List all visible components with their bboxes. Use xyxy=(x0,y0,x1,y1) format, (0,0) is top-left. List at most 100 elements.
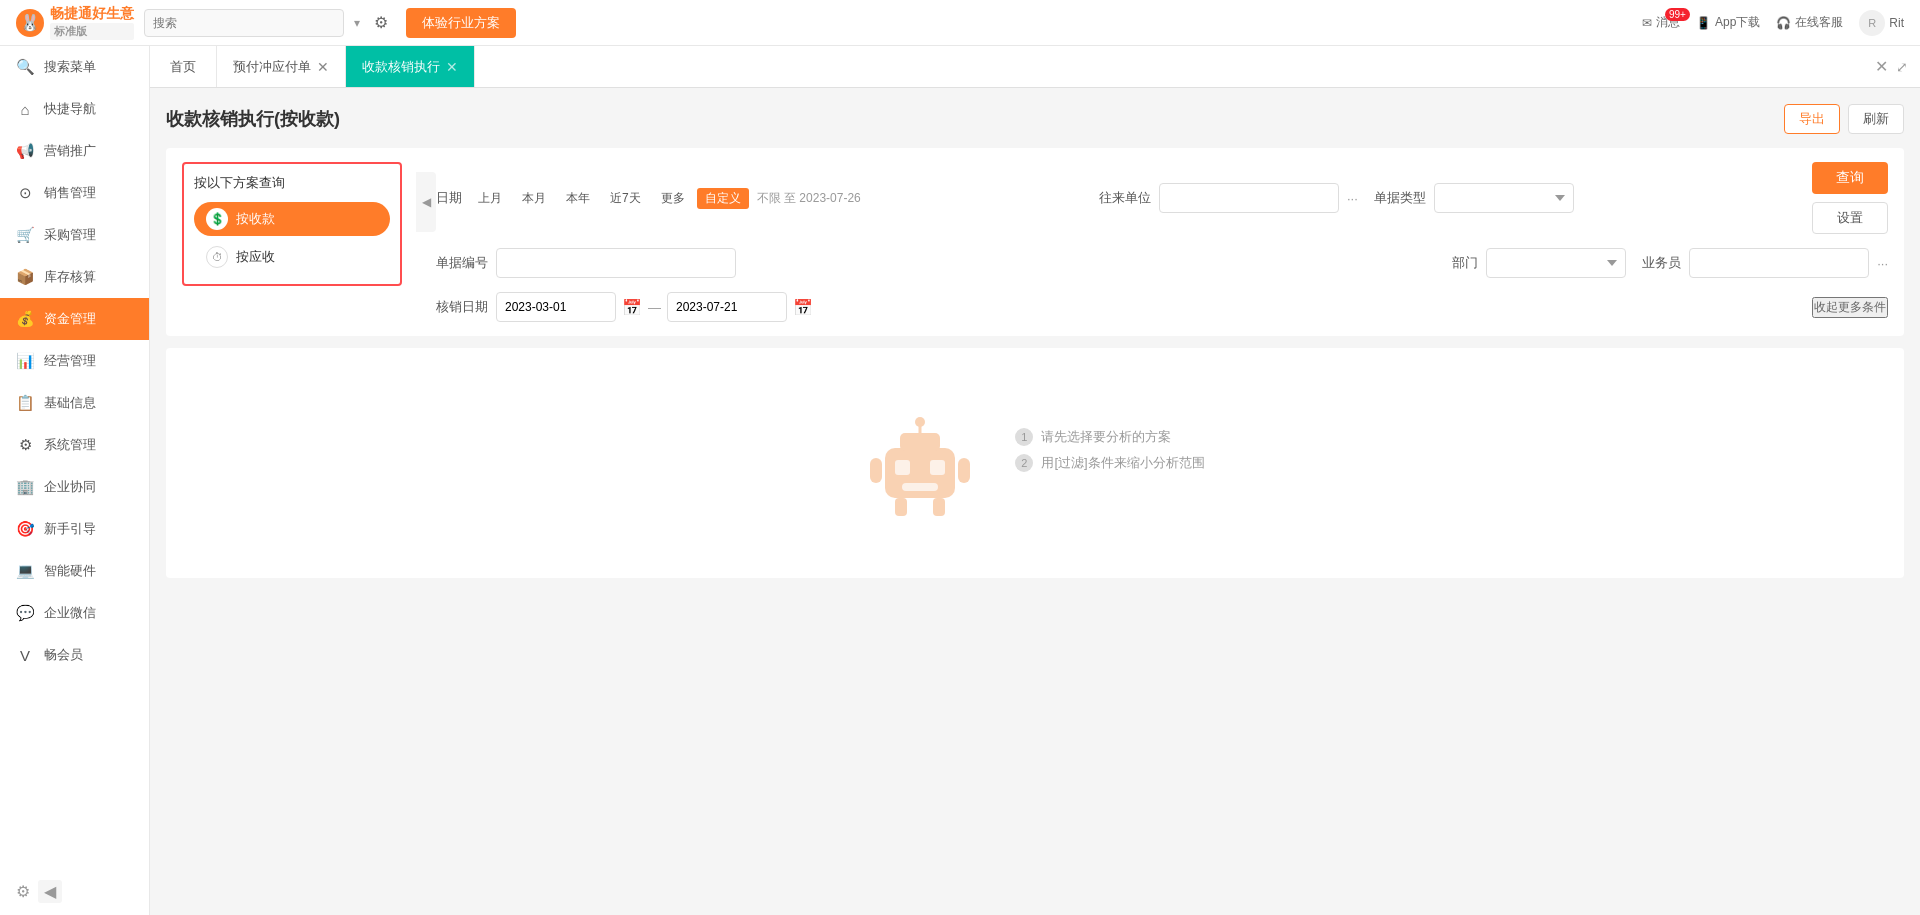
sidebar-item-quick-nav[interactable]: ⌂ 快捷导航 xyxy=(0,88,149,130)
sidebar-item-wechat[interactable]: 💬 企业微信 xyxy=(0,592,149,634)
page-actions: 导出 刷新 xyxy=(1784,104,1904,134)
verify-date-start-input[interactable] xyxy=(496,292,616,322)
online-service-button[interactable]: 🎧 在线客服 xyxy=(1776,14,1843,31)
scheme-by-receivable[interactable]: ⏱ 按应收 xyxy=(194,240,390,274)
empty-tip-1-label: 请先选择要分析的方案 xyxy=(1041,428,1171,446)
sidebar-item-sales[interactable]: ⊙ 销售管理 xyxy=(0,172,149,214)
date-this-month-button[interactable]: 本月 xyxy=(514,188,554,209)
filter-row-3: 核销日期 📅 — 📅 收起更多条件 xyxy=(436,292,1888,322)
message-button[interactable]: ✉ 消息 99+ xyxy=(1642,14,1680,31)
message-badge: 99+ xyxy=(1665,8,1690,21)
sidebar-item-label: 畅会员 xyxy=(44,646,83,664)
date-last-month-button[interactable]: 上月 xyxy=(470,188,510,209)
sidebar-item-label: 搜索菜单 xyxy=(44,58,96,76)
date-separator: — xyxy=(648,300,661,315)
topbar-gear-icon[interactable]: ⚙ xyxy=(374,13,388,32)
sidebar-item-label: 经营管理 xyxy=(44,352,96,370)
sidebar-item-label: 企业协同 xyxy=(44,478,96,496)
query-button[interactable]: 查询 xyxy=(1812,162,1888,194)
tab-prepay[interactable]: 预付冲应付单 ✕ xyxy=(217,46,346,87)
logo-icon: 🐰 xyxy=(16,9,44,37)
top-bar: 🐰 畅捷通好生意 标准版 ▾ ⚙ 体验行业方案 ✉ 消息 99+ 📱 App下载… xyxy=(0,0,1920,46)
app-logo: 🐰 畅捷通好生意 标准版 xyxy=(16,5,134,40)
counterpart-input[interactable] xyxy=(1159,183,1339,213)
sidebar-collapse-button[interactable]: ◀︎ xyxy=(38,880,62,903)
sidebar-item-label: 快捷导航 xyxy=(44,100,96,118)
date-custom-button[interactable]: 自定义 xyxy=(697,188,749,209)
verify-date-label: 核销日期 xyxy=(436,298,488,316)
salesperson-input[interactable] xyxy=(1689,248,1869,278)
tip-num-1: 1 xyxy=(1015,428,1033,446)
filter-fields: 日期 上月 本月 本年 近7天 更多 自定义 不限 至 2023-07-26 xyxy=(436,162,1888,322)
setting-button[interactable]: 设置 xyxy=(1812,202,1888,234)
date-this-year-button[interactable]: 本年 xyxy=(558,188,598,209)
date-field: 日期 上月 本月 本年 近7天 更多 自定义 不限 至 2023-07-26 xyxy=(436,188,861,209)
svg-point-3 xyxy=(915,417,925,427)
tab-collect-close-icon[interactable]: ✕ xyxy=(446,59,458,75)
page-title: 收款核销执行(按收款) xyxy=(166,107,340,131)
tab-collect-label: 收款核销执行 xyxy=(362,58,440,76)
receivable-icon: ⏱ xyxy=(206,246,228,268)
salesperson-field: 业务员 ··· xyxy=(1642,248,1888,278)
tab-expand-icon[interactable]: ⤢ xyxy=(1896,59,1908,75)
salesperson-more-icon[interactable]: ··· xyxy=(1877,256,1888,271)
empty-tips: 1 请先选择要分析的方案 2 用[过滤]条件来缩小分析范围 xyxy=(1015,408,1204,472)
scheme-panel-collapse-button[interactable]: ◀ xyxy=(416,172,436,232)
sidebar-settings-icon[interactable]: ⚙ xyxy=(16,882,30,901)
export-button[interactable]: 导出 xyxy=(1784,104,1840,134)
sidebar-item-enterprise[interactable]: 🏢 企业协同 xyxy=(0,466,149,508)
sidebar-item-member[interactable]: V 畅会员 xyxy=(0,634,149,676)
voucher-type-select[interactable] xyxy=(1434,183,1574,213)
verify-date-start-calendar-icon[interactable]: 📅 xyxy=(622,298,642,317)
app-download-button[interactable]: 📱 App下载 xyxy=(1696,14,1760,31)
collapse-more-button[interactable]: 收起更多条件 xyxy=(1812,297,1888,318)
wechat-icon: 💬 xyxy=(16,604,34,622)
filter-row-2: 单据编号 部门 业务员 ··· xyxy=(436,248,1888,278)
verify-date-end-calendar-icon[interactable]: 📅 xyxy=(793,298,813,317)
service-label: 在线客服 xyxy=(1795,14,1843,31)
date-last-7-days-button[interactable]: 近7天 xyxy=(602,188,649,209)
avatar: R xyxy=(1859,10,1885,36)
sidebar-item-finance[interactable]: 💰 资金管理 xyxy=(0,298,149,340)
sidebar-item-newbie[interactable]: 🎯 新手引导 xyxy=(0,508,149,550)
tab-home[interactable]: 首页 xyxy=(150,46,217,87)
dept-select[interactable] xyxy=(1486,248,1626,278)
search-dropdown-icon[interactable]: ▾ xyxy=(354,16,360,30)
hardware-icon: 💻 xyxy=(16,562,34,580)
tab-collect[interactable]: 收款核销执行 ✕ xyxy=(346,46,475,87)
sidebar-item-purchase[interactable]: 🛒 采购管理 xyxy=(0,214,149,256)
user-menu[interactable]: R Rit xyxy=(1859,10,1904,36)
date-more-button[interactable]: 更多 xyxy=(653,188,693,209)
sidebar-item-system[interactable]: ⚙ 系统管理 xyxy=(0,424,149,466)
query-scheme-panel: 按以下方案查询 💲 按收款 ⏱ 按应收 xyxy=(182,162,402,286)
purchase-icon: 🛒 xyxy=(16,226,34,244)
voucher-no-label: 单据编号 xyxy=(436,254,488,272)
sidebar-item-hardware[interactable]: 💻 智能硬件 xyxy=(0,550,149,592)
industry-solution-button[interactable]: 体验行业方案 xyxy=(406,8,516,38)
sidebar-item-label: 系统管理 xyxy=(44,436,96,454)
sidebar-item-inventory[interactable]: 📦 库存核算 xyxy=(0,256,149,298)
scheme-by-receipt[interactable]: 💲 按收款 xyxy=(194,202,390,236)
headset-icon: 🎧 xyxy=(1776,16,1791,30)
sidebar-item-label: 新手引导 xyxy=(44,520,96,538)
base-icon: 📋 xyxy=(16,394,34,412)
svg-rect-5 xyxy=(930,460,945,475)
svg-rect-7 xyxy=(870,458,882,483)
tab-prepay-close-icon[interactable]: ✕ xyxy=(317,59,329,75)
verify-date-end-input[interactable] xyxy=(667,292,787,322)
filter-row-1: 日期 上月 本月 本年 近7天 更多 自定义 不限 至 2023-07-26 xyxy=(436,162,1888,234)
phone-icon: 📱 xyxy=(1696,16,1711,30)
sidebar-item-operations[interactable]: 📊 经营管理 xyxy=(0,340,149,382)
sidebar-item-marketing[interactable]: 📢 营销推广 xyxy=(0,130,149,172)
voucher-type-label: 单据类型 xyxy=(1374,189,1426,207)
sidebar-item-search-menu[interactable]: 🔍 搜索菜单 xyxy=(0,46,149,88)
refresh-button[interactable]: 刷新 xyxy=(1848,104,1904,134)
counterpart-more-icon[interactable]: ··· xyxy=(1347,191,1358,206)
svg-rect-6 xyxy=(902,483,938,491)
search-input[interactable] xyxy=(144,9,344,37)
sidebar-item-base[interactable]: 📋 基础信息 xyxy=(0,382,149,424)
voucher-no-input[interactable] xyxy=(496,248,736,278)
marketing-icon: 📢 xyxy=(16,142,34,160)
tab-close-all-icon[interactable]: ✕ xyxy=(1875,57,1888,76)
empty-robot-icon xyxy=(865,408,975,518)
